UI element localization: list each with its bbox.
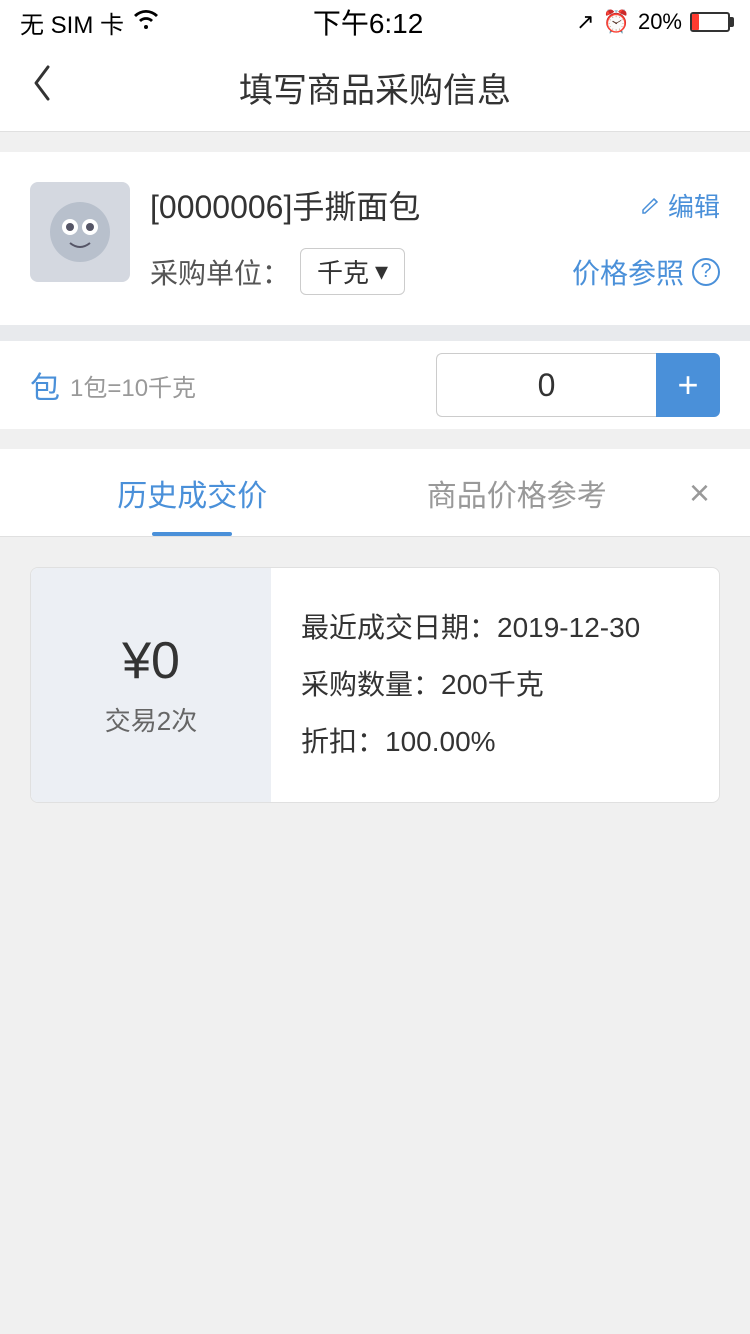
transaction-card: ¥0 交易2次 最近成交日期：2019-12-30 采购数量：200千克 折扣：… [30, 567, 720, 803]
quantity-value[interactable]: 0 [436, 353, 656, 417]
discount-value: 100.00% [385, 726, 496, 757]
tab-product-price-ref[interactable]: 商品价格参考 [354, 449, 678, 536]
product-card: [0000006]手撕面包 编辑 采购单位： 千克 ▾ 价格参照 ? [0, 152, 750, 325]
edit-button[interactable]: 编辑 [640, 187, 720, 224]
transaction-count: 交易2次 [105, 701, 197, 738]
gps-icon: ↗ [576, 9, 594, 35]
qty-value: 200千克 [441, 669, 544, 700]
tabs-container: 历史成交价 商品价格参考 × [0, 449, 750, 537]
transaction-price: ¥0 [122, 631, 180, 691]
battery-icon [690, 12, 730, 32]
wifi-icon [132, 8, 160, 36]
content-area: ¥0 交易2次 最近成交日期：2019-12-30 采购数量：200千克 折扣：… [0, 537, 750, 1037]
quantity-plus-button[interactable]: + [656, 353, 720, 417]
transaction-summary-left: ¥0 交易2次 [31, 568, 271, 802]
product-name: [0000006]手撕面包 [150, 182, 420, 228]
page-header: 填写商品采购信息 [0, 44, 750, 132]
back-button[interactable] [30, 63, 54, 112]
quantity-input-area: 0 + [216, 353, 720, 417]
tab-close-button[interactable]: × [679, 462, 720, 524]
battery-pct: 20% [638, 9, 682, 35]
dropdown-arrow: ▾ [375, 256, 388, 287]
alarm-icon: ⏰ [603, 9, 630, 35]
tab-history-price[interactable]: 历史成交价 [30, 449, 354, 536]
bag-hint: 1包=10千克 [70, 368, 196, 403]
status-left: 无 SIM 卡 [20, 5, 160, 40]
quantity-row: 包 1包=10千克 0 + [0, 341, 750, 429]
price-reference-button[interactable]: 价格参照 ? [572, 252, 720, 292]
date-value: 2019-12-30 [497, 612, 640, 643]
tab-history-label: 历史成交价 [117, 471, 267, 515]
product-name-row: [0000006]手撕面包 编辑 [150, 182, 720, 228]
status-time: 下午6:12 [313, 2, 424, 42]
quantity-label: 包 1包=10千克 [30, 363, 196, 407]
section-divider [0, 325, 750, 341]
product-info: [0000006]手撕面包 编辑 采购单位： 千克 ▾ 价格参照 ? [150, 182, 720, 295]
carrier-text: 无 SIM 卡 [20, 5, 124, 40]
transaction-details-right: 最近成交日期：2019-12-30 采购数量：200千克 折扣：100.00% [271, 568, 719, 802]
tab-active-indicator [152, 532, 232, 536]
unit-prefix: 采购单位： [150, 252, 290, 292]
page-title: 填写商品采购信息 [239, 63, 511, 112]
product-thumbnail [30, 182, 130, 282]
transaction-discount-row: 折扣：100.00% [301, 722, 689, 761]
transaction-date-row: 最近成交日期：2019-12-30 [301, 608, 689, 647]
unit-value: 千克 [317, 253, 369, 290]
status-bar: 无 SIM 卡 下午6:12 ↗ ⏰ 20% [0, 0, 750, 44]
edit-label: 编辑 [668, 187, 720, 224]
bag-icon-label: 包 [30, 363, 60, 407]
discount-label: 折扣： [301, 726, 385, 757]
product-unit-row: 采购单位： 千克 ▾ 价格参照 ? [150, 248, 720, 295]
date-label: 最近成交日期： [301, 612, 497, 643]
qty-label: 采购数量： [301, 669, 441, 700]
unit-select-dropdown[interactable]: 千克 ▾ [300, 248, 405, 295]
status-right: ↗ ⏰ 20% [576, 9, 730, 35]
unit-label: 采购单位： 千克 ▾ [150, 248, 405, 295]
tab-price-ref-label: 商品价格参考 [427, 471, 607, 515]
price-ref-label: 价格参照 [572, 252, 684, 292]
price-ref-help-icon: ? [692, 258, 720, 286]
transaction-qty-row: 采购数量：200千克 [301, 665, 689, 704]
